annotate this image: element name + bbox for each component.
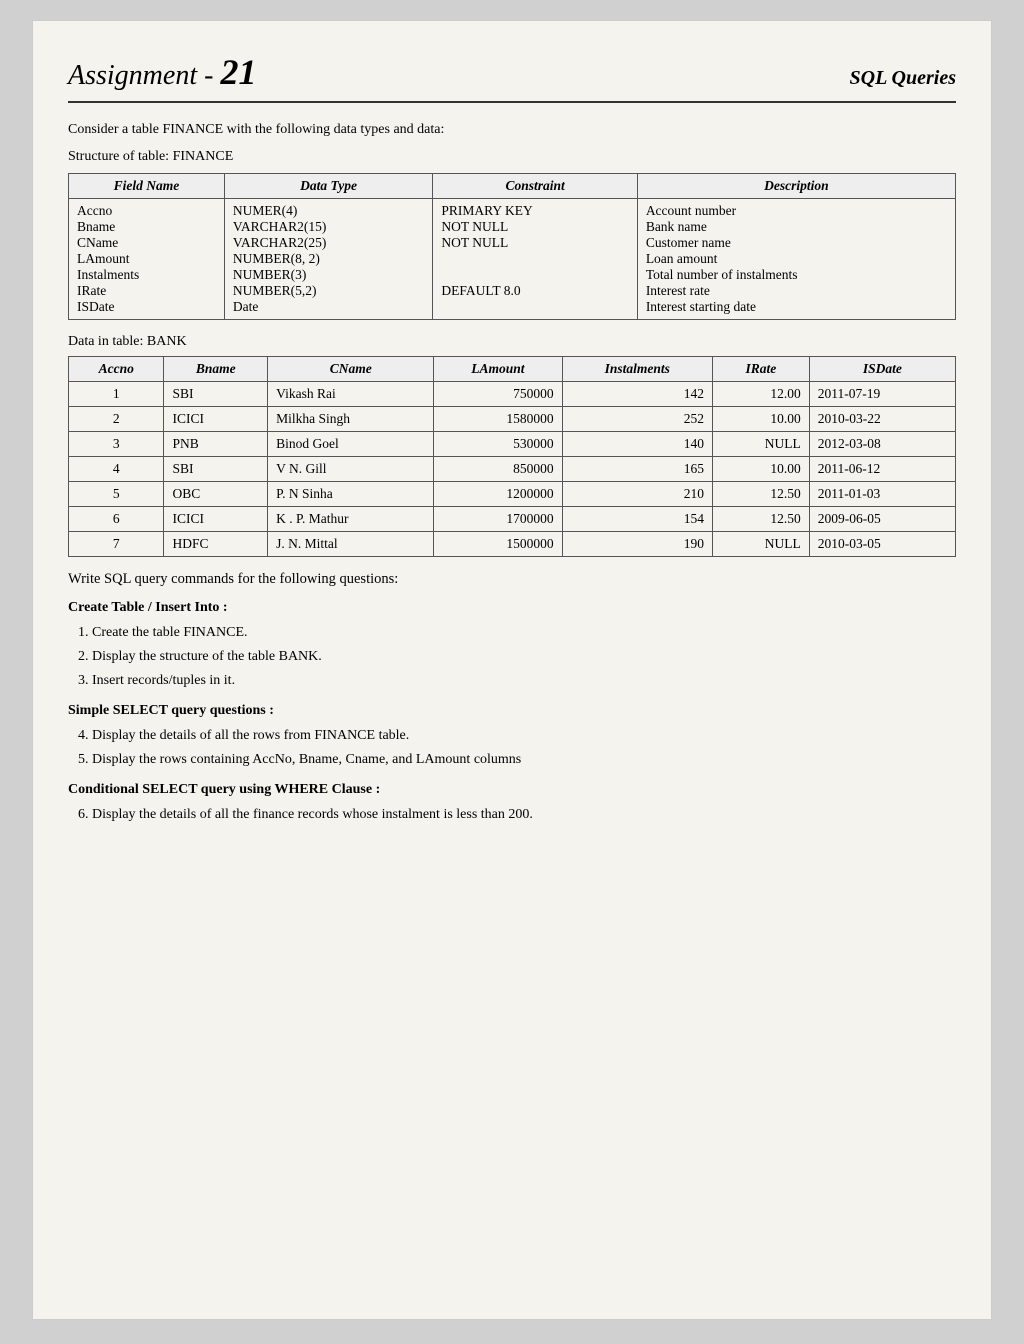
col-description: Description <box>637 174 955 199</box>
table-row: 2ICICIMilkha Singh158000025210.002010-03… <box>69 407 956 432</box>
write-sql-label: Write SQL query commands for the followi… <box>68 571 956 588</box>
col-data-type: Data Type <box>224 174 432 199</box>
question-item: 6. Display the details of all the financ… <box>78 804 956 825</box>
bank-col-header: IRate <box>712 357 809 382</box>
section-questions-2: 6. Display the details of all the financ… <box>68 804 956 825</box>
bank-col-header: Accno <box>69 357 164 382</box>
intro-line2: Structure of table: FINANCE <box>68 146 956 167</box>
table-row: 7HDFCJ. N. Mittal1500000190NULL2010-03-0… <box>69 532 956 557</box>
page-header: Assignment - 21 SQL Queries <box>68 51 956 103</box>
table-row: 4SBIV N. Gill85000016510.002011-06-12 <box>69 457 956 482</box>
table-row: 6ICICIK . P. Mathur170000015412.502009-0… <box>69 507 956 532</box>
table-row: 1SBIVikash Rai75000014212.002011-07-19 <box>69 382 956 407</box>
bank-col-header: ISDate <box>809 357 955 382</box>
page-subtitle: SQL Queries <box>850 67 956 90</box>
assignment-title: Assignment - 21 <box>68 51 256 93</box>
bank-col-header: Bname <box>164 357 268 382</box>
sections-container: Create Table / Insert Into : 1. Create th… <box>68 600 956 825</box>
question-item: 4. Display the details of all the rows f… <box>78 725 956 746</box>
table-row: 5OBCP. N Sinha120000021012.502011-01-03 <box>69 482 956 507</box>
table-row: AccnoBnameCNameLAmountInstalmentsIRateIS… <box>69 199 956 320</box>
col-field-name: Field Name <box>69 174 225 199</box>
bank-col-header: Instalments <box>562 357 712 382</box>
assignment-label: Assignment - <box>68 60 220 91</box>
question-item: 5. Display the rows containing AccNo, Bn… <box>78 749 956 770</box>
data-label: Data in table: BANK <box>68 334 956 350</box>
question-item: 1. Create the table FINANCE. <box>78 622 956 643</box>
structure-table: Field Name Data Type Constraint Descript… <box>68 173 956 320</box>
table-row: 3PNBBinod Goel530000140NULL2012-03-08 <box>69 432 956 457</box>
section-questions-0: 1. Create the table FINANCE. 2. Display t… <box>68 622 956 691</box>
page: Assignment - 21 SQL Queries Consider a t… <box>32 20 992 1320</box>
section-title-2: Conditional SELECT query using WHERE Cla… <box>68 782 956 798</box>
section-title-0: Create Table / Insert Into : <box>68 600 956 616</box>
intro-line1: Consider a table FINANCE with the follow… <box>68 119 956 140</box>
question-item: 2. Display the structure of the table BA… <box>78 646 956 667</box>
bank-col-header: LAmount <box>434 357 562 382</box>
assignment-number: 21 <box>220 52 256 92</box>
section-questions-1: 4. Display the details of all the rows f… <box>68 725 956 770</box>
section-title-1: Simple SELECT query questions : <box>68 703 956 719</box>
col-constraint: Constraint <box>433 174 637 199</box>
question-item: 3. Insert records/tuples in it. <box>78 670 956 691</box>
bank-table: AccnoBnameCNameLAmountInstalmentsIRateIS… <box>68 356 956 557</box>
bank-col-header: CName <box>268 357 434 382</box>
